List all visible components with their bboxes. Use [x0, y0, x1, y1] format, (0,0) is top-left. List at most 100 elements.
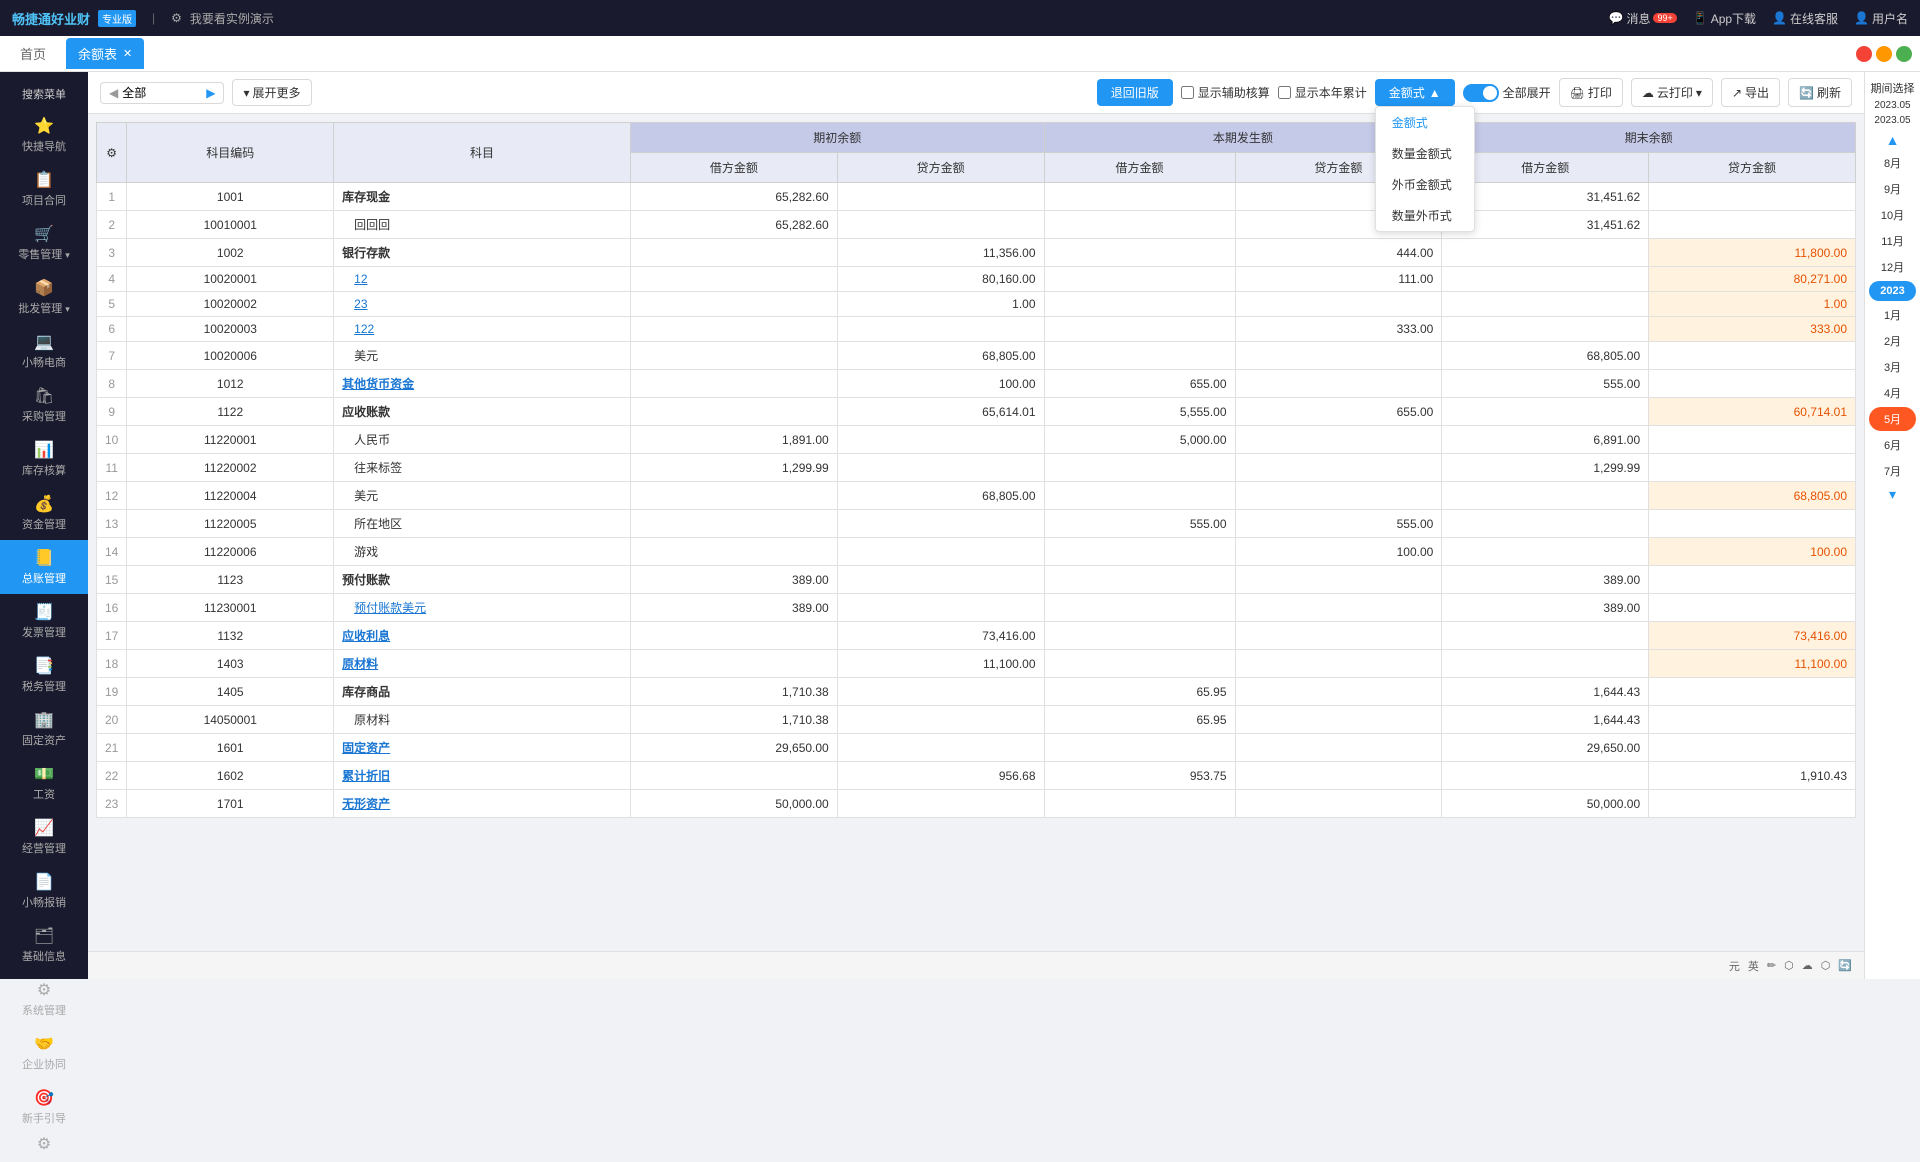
tab-close-icon[interactable]: ✕ — [123, 47, 132, 60]
sidebar-item-accounting[interactable]: 📒 总账管理 — [0, 540, 88, 594]
user-btn[interactable]: 👤 用户名 — [1854, 10, 1908, 27]
period-2[interactable]: 2月 — [1869, 329, 1916, 353]
period-11[interactable]: 11月 — [1869, 229, 1916, 253]
account-name-cell[interactable]: 12 — [334, 267, 631, 292]
message-btn[interactable]: 💬 消息 99+ — [1609, 10, 1677, 27]
online-service-btn[interactable]: 👤 在线客服 — [1772, 10, 1838, 27]
back-old-version-btn[interactable]: 退回旧版 — [1097, 79, 1173, 106]
sidebar-item-operation[interactable]: 📈 经营管理 — [0, 810, 88, 864]
app-download-btn[interactable]: 📱 App下载 — [1693, 10, 1756, 27]
account-name-cell: 预付账款 — [334, 566, 631, 594]
sidebar-item-quick-nav[interactable]: ⭐ 快捷导航 — [0, 108, 88, 162]
sidebar-search[interactable]: 搜索菜单 — [0, 80, 88, 108]
amount-mode-option-amount[interactable]: 金额式 — [1376, 107, 1474, 138]
cloud-print-btn[interactable]: ☁ 云打印 ▾ — [1631, 78, 1713, 107]
cloud-print-icon: ☁ — [1642, 86, 1654, 100]
window-close-btn[interactable] — [1856, 46, 1872, 62]
bottom-icon-yuan[interactable]: 元 — [1729, 958, 1740, 974]
show-aux-label[interactable]: 显示辅助核算 — [1181, 84, 1270, 101]
sidebar-item-purchase[interactable]: 🛍 采购管理 — [0, 378, 88, 432]
period-12[interactable]: 12月 — [1869, 255, 1916, 279]
toggle-switch[interactable] — [1463, 84, 1499, 102]
sidebar-item-fixed[interactable]: 🏢 固定资产 — [0, 702, 88, 756]
account-code-cell: 1602 — [127, 762, 334, 790]
sidebar-item-report[interactable]: 📄 小畅报销 — [0, 864, 88, 918]
account-name-cell: 应收账款 — [334, 398, 631, 426]
period-7[interactable]: 7月 — [1869, 459, 1916, 483]
amount-mode-option-foreign[interactable]: 外币金额式 — [1376, 169, 1474, 200]
period-10[interactable]: 10月 — [1869, 203, 1916, 227]
bottom-icon-cloud[interactable]: ☁ — [1802, 959, 1813, 972]
sidebar-item-tax[interactable]: 📑 税务管理 — [0, 648, 88, 702]
period-2023-year[interactable]: 2023 — [1869, 281, 1916, 301]
period-3[interactable]: 3月 — [1869, 355, 1916, 379]
settings-icon[interactable]: ⚙ — [106, 146, 117, 160]
account-code-cell: 11220006 — [127, 538, 334, 566]
sidebar-item-inventory[interactable]: 📊 库存核算 — [0, 432, 88, 486]
period-8[interactable]: 8月 — [1869, 151, 1916, 175]
period-9[interactable]: 9月 — [1869, 177, 1916, 201]
period-down-nav[interactable]: ▾ — [1887, 484, 1898, 505]
account-name-cell[interactable]: 23 — [334, 292, 631, 317]
left-arrow-icon[interactable]: ◀ — [109, 86, 118, 100]
sidebar-item-wholesale[interactable]: 📦 批发管理 ▾ — [0, 270, 88, 324]
window-min-btn[interactable] — [1876, 46, 1892, 62]
window-max-btn[interactable] — [1896, 46, 1912, 62]
sidebar-item-invoice[interactable]: 🧾 发票管理 — [0, 594, 88, 648]
account-name-cell[interactable]: 其他货币资金 — [334, 370, 631, 398]
sidebar-item-guide[interactable]: 🎯 新手引导 — [0, 1080, 88, 1134]
bottom-icon-hex2[interactable]: ⬡ — [1821, 959, 1831, 972]
period-5[interactable]: 5月 — [1869, 407, 1916, 431]
amount-mode-option-qty-amount[interactable]: 数量金额式 — [1376, 138, 1474, 169]
account-name-cell[interactable]: 原材料 — [334, 650, 631, 678]
sidebar-item-project[interactable]: 📋 项目合同 — [0, 162, 88, 216]
sidebar-item-salary[interactable]: 💵 工资 — [0, 756, 88, 810]
account-name-cell[interactable]: 累计折旧 — [334, 762, 631, 790]
sidebar-item-ecommerce[interactable]: 💻 小畅电商 — [0, 324, 88, 378]
show-aux-checkbox[interactable] — [1181, 86, 1194, 99]
period-up-nav[interactable]: ▲ — [1884, 130, 1902, 150]
account-name-cell[interactable]: 无形资产 — [334, 790, 631, 818]
period-4[interactable]: 4月 — [1869, 381, 1916, 405]
search-box[interactable]: ◀ ▶ — [100, 82, 224, 104]
bottom-icon-en[interactable]: 英 — [1748, 958, 1759, 974]
ob_credit-cell: 1.00 — [837, 292, 1044, 317]
export-btn[interactable]: ↗ 导出 — [1721, 78, 1780, 107]
search-input[interactable] — [122, 86, 202, 100]
sidebar-item-coop[interactable]: 🤝 企业协同 — [0, 1026, 88, 1080]
sidebar-item-capital[interactable]: 💰 资金管理 — [0, 486, 88, 540]
print-btn[interactable]: 🖨 打印 — [1559, 78, 1623, 107]
show-ytd-checkbox[interactable] — [1278, 86, 1291, 99]
account-name-cell[interactable]: 应收利息 — [334, 622, 631, 650]
row-number: 20 — [97, 706, 127, 734]
expand-more-btn[interactable]: ▾ 展开更多 — [232, 79, 311, 106]
table-row: 710020006美元68,805.0068,805.00 — [97, 342, 1856, 370]
end_credit-cell: 11,800.00 — [1649, 239, 1856, 267]
sidebar-item-base[interactable]: 🗂 基础信息 — [0, 918, 88, 972]
table-row: 210010001回回回65,282.6033,830.9831,451.62 — [97, 211, 1856, 239]
bottom-icon-refresh[interactable]: 🔄 — [1838, 959, 1852, 972]
end_debit-cell — [1442, 538, 1649, 566]
account-code-cell: 10020006 — [127, 342, 334, 370]
refresh-btn[interactable]: 🔄 刷新 — [1788, 78, 1852, 107]
amount-mode-dropdown[interactable]: 金额式 ▲ 金额式 数量金额式 外币金额式 数量外币式 — [1375, 79, 1455, 106]
amount-mode-option-qty-foreign[interactable]: 数量外币式 — [1376, 200, 1474, 231]
settings-icon[interactable]: ⚙ — [171, 11, 182, 25]
tab-balance[interactable]: 余额表 ✕ — [66, 38, 144, 69]
sidebar-item-system[interactable]: ⚙ 系统管理 — [0, 972, 88, 1026]
right-arrow-icon[interactable]: ▶ — [206, 86, 215, 100]
period-1[interactable]: 1月 — [1869, 303, 1916, 327]
amount-mode-btn[interactable]: 金额式 ▲ — [1375, 79, 1455, 106]
sidebar-item-retail[interactable]: 🛒 零售管理 ▾ — [0, 216, 88, 270]
bottom-icon-edit[interactable]: ✏ — [1767, 959, 1776, 972]
account-name-cell[interactable]: 122 — [334, 317, 631, 342]
tab-home[interactable]: 首页 — [8, 38, 58, 69]
show-ytd-label[interactable]: 显示本年累计 — [1278, 84, 1367, 101]
account-name-cell[interactable]: 固定资产 — [334, 734, 631, 762]
expand-all-toggle[interactable]: 全部展开 — [1463, 84, 1551, 102]
curr_credit-cell — [1235, 706, 1442, 734]
period-6[interactable]: 6月 — [1869, 433, 1916, 457]
account-name-cell[interactable]: 预付账款美元 — [334, 594, 631, 622]
bottom-icon-hex1[interactable]: ⬡ — [1784, 959, 1794, 972]
demo-link[interactable]: 我要看实例演示 — [190, 10, 274, 27]
